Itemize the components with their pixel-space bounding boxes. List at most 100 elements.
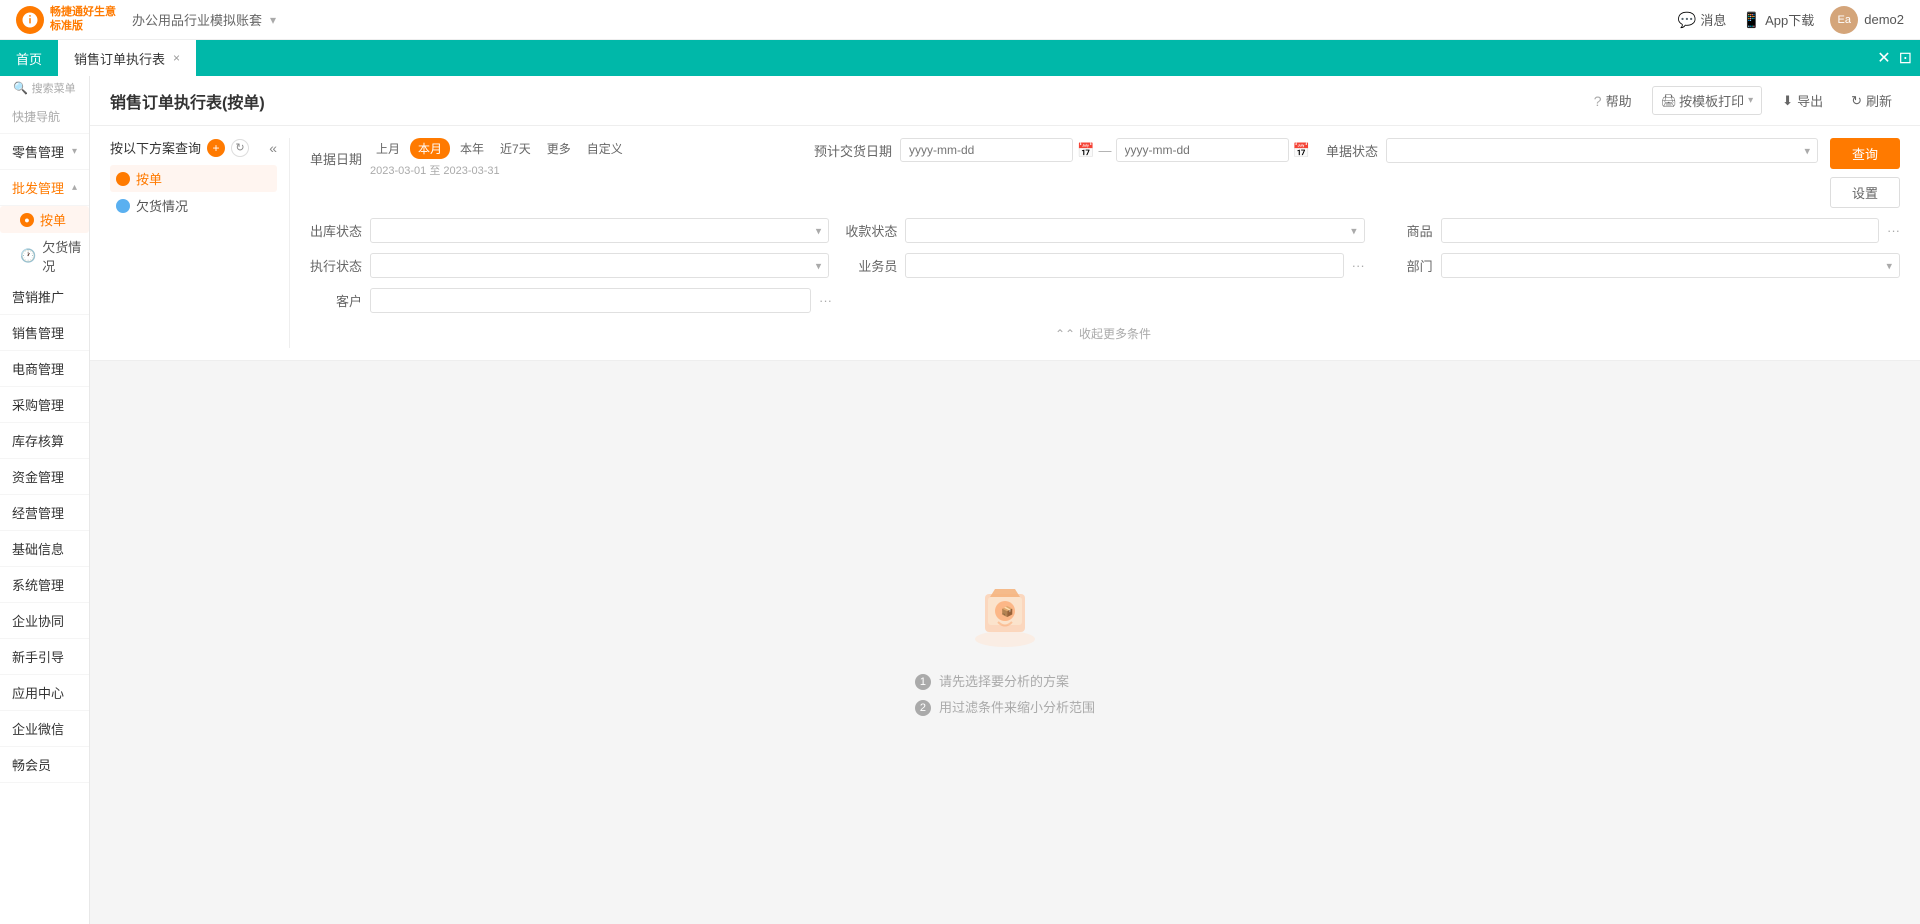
date-tab-more[interactable]: 更多: [541, 138, 577, 159]
filter-option-shortage[interactable]: 欠货情况: [110, 192, 277, 219]
export-icon: ⬇: [1782, 93, 1793, 109]
sidebar-item-marketing[interactable]: 营销推广: [0, 279, 89, 315]
delivery-date-end[interactable]: [1116, 138, 1289, 162]
filter-collapse-button[interactable]: «: [269, 140, 277, 156]
query-button[interactable]: 查询: [1830, 138, 1900, 169]
main-layout: 🔍 搜索菜单 快捷导航 零售管理 ▾ 批发管理 ▴ ● 按单 🕐 欠货情况 营销…: [0, 76, 1920, 924]
dept-label: 部门: [1377, 256, 1433, 275]
date-tab-this-month[interactable]: 本月: [410, 138, 450, 159]
date-tab-7-days[interactable]: 近7天: [494, 138, 537, 159]
exec-status-filter: 执行状态: [306, 253, 829, 278]
tab-close-icon[interactable]: ×: [173, 51, 180, 65]
nav-tabs: 首页 销售订单执行表 × ✕ ⊡: [0, 40, 1920, 76]
salesperson-input[interactable]: [905, 253, 1343, 278]
sidebar-sub-item-shortage[interactable]: 🕐 欠货情况: [0, 233, 89, 279]
help-button[interactable]: ? 帮助: [1586, 87, 1640, 114]
date-tab-last-month[interactable]: 上月: [370, 138, 406, 159]
sidebar-item-sales[interactable]: 销售管理: [0, 315, 89, 351]
tab-home[interactable]: 首页: [0, 40, 58, 76]
avatar: Ea: [1830, 6, 1858, 34]
tab-sales-order[interactable]: 销售订单执行表 ×: [58, 40, 196, 76]
filter-row-2: 出库状态 收款状态: [306, 218, 1900, 243]
sidebar-item-retail[interactable]: 零售管理 ▾: [0, 134, 89, 170]
sidebar-item-finance[interactable]: 资金管理: [0, 459, 89, 495]
filter-refresh-button[interactable]: ↻: [231, 139, 249, 157]
doc-status-filter: 单据状态: [1322, 138, 1818, 163]
receipt-status-filter: 收款状态: [841, 218, 1364, 243]
sidebar-sub-item-by-order[interactable]: ● 按单: [0, 206, 89, 233]
refresh-icon: ↻: [1851, 93, 1862, 109]
sidebar-item-purchase[interactable]: 采购管理: [0, 387, 89, 423]
doc-status-select[interactable]: [1386, 138, 1818, 163]
filter-row-3: 执行状态 业务员 ···: [306, 253, 1900, 278]
page-actions: ? 帮助 🖨 按模板打印 ▾ ⬇ 导出 ↻ 刷新: [1586, 86, 1900, 115]
user-avatar-area[interactable]: Ea demo2: [1830, 6, 1904, 34]
expand-window-icon[interactable]: ⊡: [1899, 48, 1912, 68]
sidebar-item-wholesale[interactable]: 批发管理 ▴: [0, 170, 89, 206]
date-tab-this-year[interactable]: 本年: [454, 138, 490, 159]
date-separator: —: [1099, 143, 1112, 158]
chevron-right-icon: ▾: [72, 146, 77, 157]
sidebar-item-ecommerce[interactable]: 电商管理: [0, 351, 89, 387]
refresh-button[interactable]: ↻ 刷新: [1843, 87, 1900, 114]
receipt-status-select[interactable]: [905, 218, 1364, 243]
sidebar-item-system[interactable]: 系统管理: [0, 567, 89, 603]
dept-select[interactable]: [1441, 253, 1900, 278]
delivery-status-select[interactable]: [370, 218, 829, 243]
close-window-icon[interactable]: ✕: [1877, 48, 1890, 68]
calendar-icon-start[interactable]: 📅: [1077, 142, 1094, 159]
filter-option-by-order[interactable]: 按单: [110, 165, 277, 192]
sidebar-item-member[interactable]: 畅会员: [0, 747, 89, 783]
sidebar-item-inventory[interactable]: 库存核算: [0, 423, 89, 459]
help-icon: ?: [1594, 93, 1602, 109]
clock-icon: 🕐: [20, 248, 36, 264]
customer-filter: 客户 ···: [306, 288, 832, 313]
salesperson-more-icon[interactable]: ···: [1352, 258, 1365, 273]
step-1-number: 1: [915, 674, 931, 690]
print-button[interactable]: 🖨 按模板打印 ▾: [1652, 86, 1763, 115]
empty-steps: 1 请先选择要分析的方案 2 用过滤条件来缩小分析范围: [915, 669, 1095, 721]
goods-more-icon[interactable]: ···: [1887, 223, 1900, 238]
sidebar-item-new-user[interactable]: 新手引导: [0, 639, 89, 675]
logo-circle: [16, 6, 44, 34]
settings-button[interactable]: 设置: [1830, 177, 1900, 208]
action-buttons: 查询 设置: [1830, 138, 1900, 208]
sidebar: 🔍 搜索菜单 快捷导航 零售管理 ▾ 批发管理 ▴ ● 按单 🕐 欠货情况 营销…: [0, 76, 90, 924]
customer-more-icon[interactable]: ···: [819, 293, 832, 308]
date-tab-custom[interactable]: 自定义: [581, 138, 629, 159]
message-icon: 💬: [1678, 11, 1697, 29]
salesperson-filter: 业务员 ···: [841, 253, 1364, 278]
doc-status-select-wrapper: [1386, 138, 1818, 163]
customer-input[interactable]: [370, 288, 811, 313]
topbar-right: 💬 消息 📱 App下载 Ea demo2: [1678, 6, 1904, 34]
filter-sidebar-title: 按以下方案查询 + ↻ «: [110, 138, 277, 157]
sidebar-item-basic-info[interactable]: 基础信息: [0, 531, 89, 567]
sidebar-item-app-center[interactable]: 应用中心: [0, 675, 89, 711]
export-button[interactable]: ⬇ 导出: [1774, 87, 1831, 114]
filter-row-4: 客户 ···: [306, 288, 1900, 313]
sidebar-item-operations[interactable]: 经营管理: [0, 495, 89, 531]
filter-panel: 按以下方案查询 + ↻ « 按单 欠货情况: [90, 126, 1920, 361]
exec-status-select[interactable]: [370, 253, 829, 278]
receipt-status-select-wrapper: [905, 218, 1364, 243]
sidebar-item-enterprise-wechat[interactable]: 企业微信: [0, 711, 89, 747]
app-download-button[interactable]: 📱 App下载: [1742, 10, 1814, 29]
delivery-status-label: 出库状态: [306, 221, 362, 240]
app-title[interactable]: 办公用品行业模拟账套: [132, 10, 262, 29]
page-header: 销售订单执行表(按单) ? 帮助 🖨 按模板打印 ▾ ⬇ 导出 ↻ 刷新: [90, 76, 1920, 126]
nav-expand-buttons: ✕ ⊡: [1877, 48, 1912, 68]
dropdown-icon[interactable]: ▾: [270, 13, 276, 27]
goods-input[interactable]: [1441, 218, 1879, 243]
date-range-display: 2023-03-01 至 2023-03-31: [370, 162, 802, 178]
filter-layout: 按以下方案查询 + ↻ « 按单 欠货情况: [110, 138, 1900, 348]
delivery-date-start[interactable]: [900, 138, 1073, 162]
sidebar-quick-nav[interactable]: 快捷导航: [0, 100, 89, 134]
message-button[interactable]: 💬 消息: [1678, 10, 1727, 29]
orange-dot-icon: [116, 172, 130, 186]
sidebar-item-enterprise[interactable]: 企业协同: [0, 603, 89, 639]
empty-step-2: 2 用过滤条件来缩小分析范围: [915, 695, 1095, 721]
sidebar-search-button[interactable]: 🔍 搜索菜单: [0, 76, 89, 100]
calendar-icon-end[interactable]: 📅: [1293, 142, 1310, 159]
filter-add-button[interactable]: +: [207, 139, 225, 157]
collapse-filter-button[interactable]: ⌃⌃ 收起更多条件: [306, 319, 1900, 348]
